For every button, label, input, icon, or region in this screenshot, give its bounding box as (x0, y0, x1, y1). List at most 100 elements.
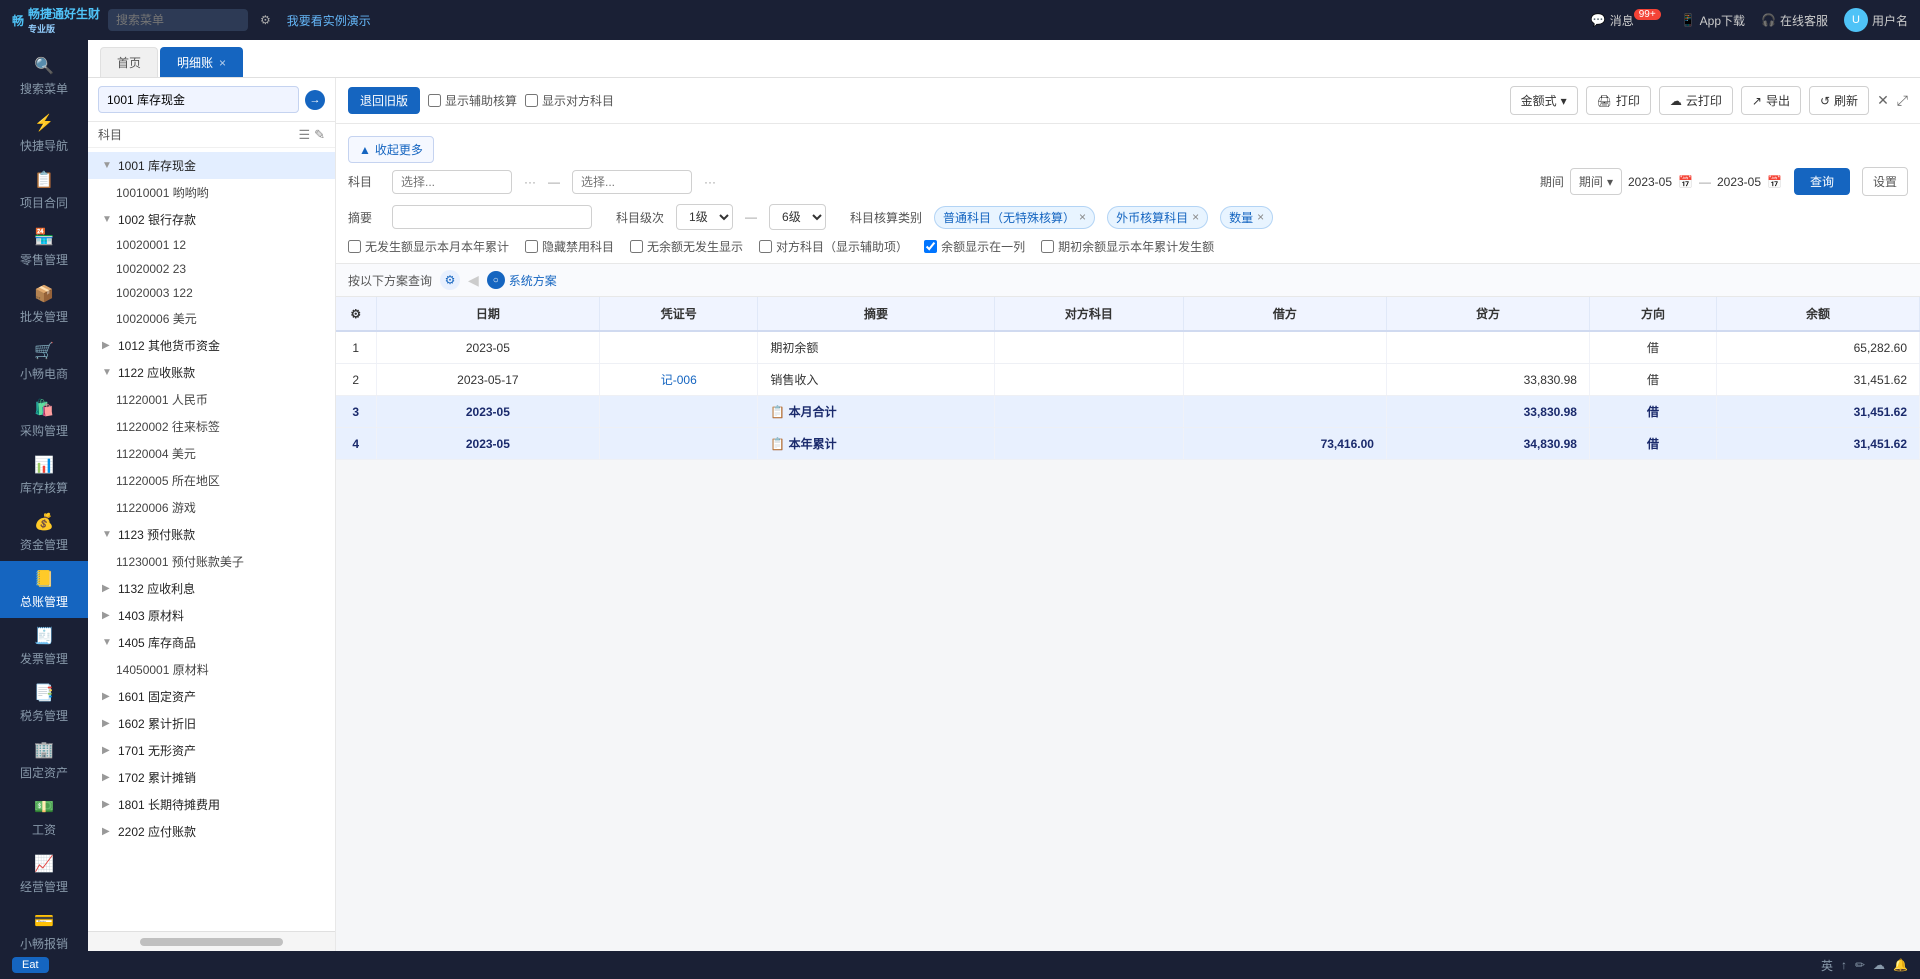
tag-general[interactable]: 普通科目（无特殊核算） × (934, 206, 1095, 229)
tree-item-1002[interactable]: ▼ 1002 银行存款 (88, 206, 335, 233)
tree-item-10010001[interactable]: 10010001 哟哟哟 (88, 179, 335, 206)
tag-general-close-icon[interactable]: × (1079, 210, 1086, 224)
print-button[interactable]: 🖨 打印 (1586, 86, 1651, 115)
status-cloud-item[interactable]: ☁ (1873, 958, 1885, 972)
demo-link[interactable]: 我要看实例演示 (287, 12, 371, 29)
voucher-link-2[interactable]: 记-006 (661, 373, 697, 387)
message-item[interactable]: 💬 消息 99+ (1591, 12, 1665, 29)
query-collapse-icon[interactable]: ◀ (468, 272, 479, 289)
sidebar-item-retail[interactable]: 🏪 零售管理 (0, 219, 88, 276)
checkbox-balance-one-col[interactable] (924, 240, 937, 253)
period-type-button[interactable]: 期间 ▾ (1570, 168, 1622, 195)
status-arrow-item[interactable]: ↑ (1841, 958, 1847, 972)
status-lang-item[interactable]: 英 (1821, 957, 1833, 974)
tag-quantity-close-icon[interactable]: × (1257, 210, 1264, 224)
topbar-settings-icon[interactable]: ⚙ (260, 13, 271, 27)
calendar-from-icon[interactable]: 📅 (1678, 175, 1693, 189)
tree-item-11230001[interactable]: 11230001 预付账款美子 (88, 548, 335, 575)
sidebar-item-funds[interactable]: 💰 资金管理 (0, 504, 88, 561)
checkbox-opposite-show[interactable] (759, 240, 772, 253)
tree-item-11220001[interactable]: 11220001 人民币 (88, 386, 335, 413)
checkbox-auxiliary[interactable] (428, 94, 441, 107)
ellipsis-icon[interactable]: ··· (524, 175, 536, 189)
tree-item-1801[interactable]: ▶ 1801 长期待摊费用 (88, 791, 335, 818)
tree-item-10020001[interactable]: 10020001 12 (88, 233, 335, 257)
tree-item-1123[interactable]: ▼ 1123 预付账款 (88, 521, 335, 548)
subject-filter-input[interactable] (392, 170, 512, 194)
checkbox-no-balance[interactable] (630, 240, 643, 253)
refresh-button[interactable]: ↺ 刷新 (1809, 86, 1869, 115)
ellipsis-icon2[interactable]: ··· (704, 175, 716, 189)
tab-close-icon[interactable]: × (219, 56, 226, 70)
tag-quantity[interactable]: 数量 × (1220, 206, 1273, 229)
app-download-item[interactable]: 📱 App下载 (1681, 12, 1745, 29)
return-old-version-button[interactable]: 退回旧版 (348, 87, 420, 114)
summary-filter-input[interactable] (392, 205, 592, 229)
filter-more-button[interactable]: ▲ 收起更多 (348, 136, 434, 163)
checkbox-opposite[interactable] (525, 94, 538, 107)
checkbox-no-occur[interactable] (348, 240, 361, 253)
tree-item-1601[interactable]: ▶ 1601 固定资产 (88, 683, 335, 710)
filter-settings-button[interactable]: 设置 (1862, 167, 1908, 196)
search-button[interactable]: 查询 (1794, 168, 1850, 195)
tree-item-1701[interactable]: ▶ 1701 无形资产 (88, 737, 335, 764)
list-icon[interactable]: ☰ (298, 127, 310, 143)
subject-to-input[interactable] (572, 170, 692, 194)
nav-circle-icon[interactable]: → (305, 90, 325, 110)
tree-item-1012[interactable]: ▶ 1012 其他货币资金 (88, 332, 335, 359)
tab-ledger-detail[interactable]: 明细账 × (160, 47, 243, 77)
left-panel-scrollbar[interactable] (88, 931, 335, 951)
sidebar-item-invoice[interactable]: 🧾 发票管理 (0, 618, 88, 675)
checkbox-hide-banned[interactable] (525, 240, 538, 253)
tree-item-1001[interactable]: ▼ 1001 库存现金 (88, 152, 335, 179)
tree-item-10020006[interactable]: 10020006 美元 (88, 305, 335, 332)
tree-item-11220005[interactable]: 11220005 所在地区 (88, 467, 335, 494)
level-to-select[interactable]: 6级 (769, 204, 826, 230)
system-plan[interactable]: ○ 系统方案 (487, 271, 557, 289)
tree-item-1403[interactable]: ▶ 1403 原材料 (88, 602, 335, 629)
eat-button[interactable]: Eat (12, 957, 49, 973)
query-settings-icon[interactable]: ⚙ (440, 270, 460, 290)
currency-mode-button[interactable]: 金额式 ▾ (1510, 86, 1578, 115)
tree-item-1132[interactable]: ▶ 1132 应收利息 (88, 575, 335, 602)
sidebar-item-expense[interactable]: 💳 小畅报销 (0, 903, 88, 951)
sidebar-item-project[interactable]: 📋 项目合同 (0, 162, 88, 219)
tree-item-14050001[interactable]: 14050001 原材料 (88, 656, 335, 683)
account-selector[interactable]: 1001 库存现金 (98, 86, 299, 113)
cloud-print-button[interactable]: ☁ 云打印 (1659, 86, 1733, 115)
panel-close-button[interactable]: ✕ (1877, 92, 1889, 109)
edit-icon[interactable]: ✎ (314, 127, 325, 143)
status-edit-item[interactable]: ✏ (1855, 958, 1865, 972)
tree-item-1602[interactable]: ▶ 1602 累计折旧 (88, 710, 335, 737)
online-service-item[interactable]: 🎧 在线客服 (1761, 12, 1828, 29)
user-item[interactable]: U 用户名 (1844, 8, 1908, 32)
sidebar-item-wholesale[interactable]: 📦 批发管理 (0, 276, 88, 333)
status-bell-item[interactable]: 🔔 (1893, 958, 1908, 972)
tree-item-11220006[interactable]: 11220006 游戏 (88, 494, 335, 521)
tab-home[interactable]: 首页 (100, 47, 158, 77)
sidebar-item-nav[interactable]: ⚡ 快捷导航 (0, 105, 88, 162)
tree-item-11220002[interactable]: 11220002 往来标签 (88, 413, 335, 440)
sidebar-item-assets[interactable]: 🏢 固定资产 (0, 732, 88, 789)
sidebar-item-inventory[interactable]: 📊 库存核算 (0, 447, 88, 504)
tag-foreign-close-icon[interactable]: × (1192, 210, 1199, 224)
sidebar-item-search[interactable]: 🔍 搜索菜单 (0, 48, 88, 105)
tree-item-1702[interactable]: ▶ 1702 累计摊销 (88, 764, 335, 791)
tree-item-1405[interactable]: ▼ 1405 库存商品 (88, 629, 335, 656)
sidebar-item-purchase[interactable]: 🛍️ 采购管理 (0, 390, 88, 447)
sidebar-item-ecommerce[interactable]: 🛒 小畅电商 (0, 333, 88, 390)
topbar-search-input[interactable] (108, 9, 248, 31)
sidebar-item-salary[interactable]: 💵 工资 (0, 789, 88, 846)
tree-item-10020003[interactable]: 10020003 122 (88, 281, 335, 305)
checkbox-opening[interactable] (1041, 240, 1054, 253)
tag-foreign[interactable]: 外币核算科目 × (1107, 206, 1208, 229)
calendar-to-icon[interactable]: 📅 (1767, 175, 1782, 189)
panel-expand-button[interactable]: ⤢ (1897, 92, 1908, 109)
export-button[interactable]: ↗ 导出 (1741, 86, 1801, 115)
sidebar-item-ledger[interactable]: 📒 总账管理 (0, 561, 88, 618)
tree-item-2202[interactable]: ▶ 2202 应付账款 (88, 818, 335, 845)
th-settings[interactable]: ⚙ (336, 297, 376, 331)
tree-item-10020002[interactable]: 10020002 23 (88, 257, 335, 281)
tree-item-1122[interactable]: ▼ 1122 应收账款 (88, 359, 335, 386)
sidebar-item-operations[interactable]: 📈 经营管理 (0, 846, 88, 903)
